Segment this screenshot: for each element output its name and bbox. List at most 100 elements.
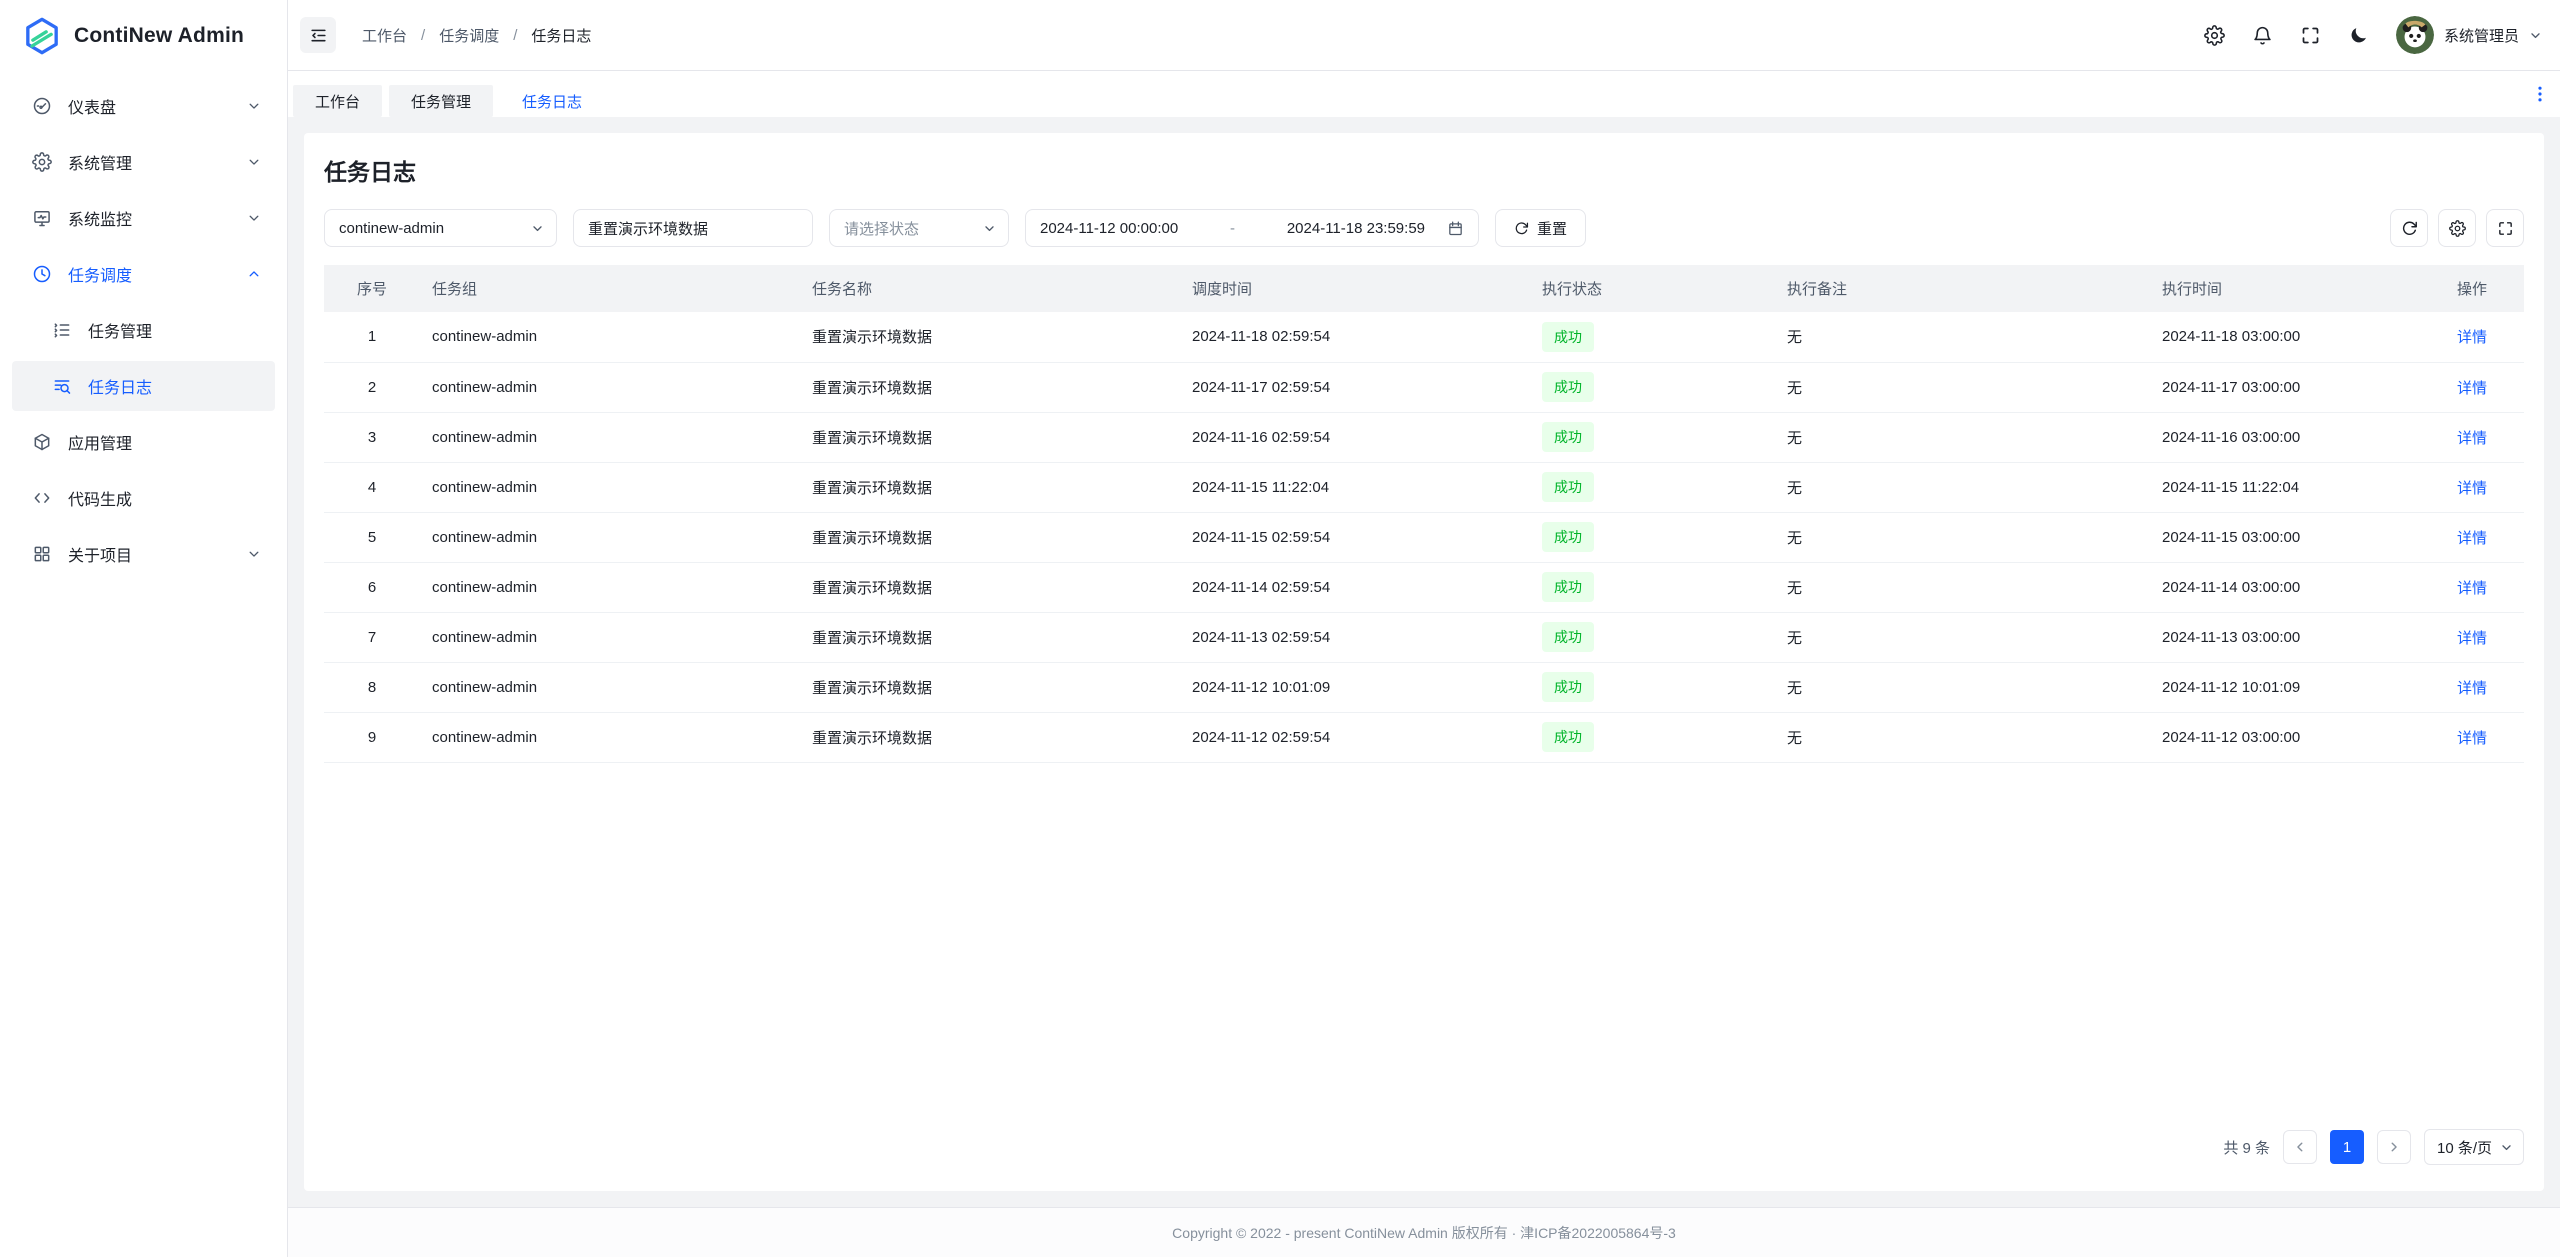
cell-group: continew-admin (420, 612, 800, 662)
fullscreen-icon[interactable] (2300, 25, 2321, 46)
tab-workbench[interactable]: 工作台 (293, 85, 382, 117)
detail-link[interactable]: 详情 (2457, 730, 2487, 747)
cell-remark: 无 (1775, 512, 2150, 562)
cell-status: 成功 (1530, 712, 1775, 762)
page-footer: Copyright © 2022 - present ContiNew Admi… (288, 1207, 2560, 1257)
column-header-group: 任务组 (420, 265, 800, 312)
column-settings-button[interactable] (2438, 209, 2476, 247)
cell-schedule-time: 2024-11-16 02:59:54 (1180, 412, 1530, 462)
cell-name: 重置演示环境数据 (800, 412, 1180, 462)
detail-link[interactable]: 详情 (2457, 630, 2487, 647)
task-name-input[interactable] (573, 209, 813, 247)
task-group-select[interactable]: continew-admin (324, 209, 557, 247)
table-fullscreen-button[interactable] (2486, 209, 2524, 247)
cell-exec-time: 2024-11-14 03:00:00 (2150, 562, 2420, 612)
gear-icon (2449, 220, 2466, 237)
cell-remark: 无 (1775, 462, 2150, 512)
sidebar-item-label: 任务日志 (88, 374, 261, 398)
table-row: 7 continew-admin 重置演示环境数据 2024-11-13 02:… (324, 612, 2524, 662)
sidebar-item-system-management[interactable]: 系统管理 (12, 137, 275, 187)
content-area: 任务日志 continew-admin 请选择状态 20 (288, 117, 2560, 1207)
main-area: 工作台 / 任务调度 / 任务日志 系统管理员 (288, 0, 2560, 1257)
detail-link[interactable]: 详情 (2457, 530, 2487, 547)
prev-page-button[interactable] (2283, 1130, 2317, 1164)
refresh-icon (2401, 220, 2418, 237)
brand[interactable]: ContiNew Admin (0, 0, 287, 71)
sidebar-item-dashboard[interactable]: 仪表盘 (12, 81, 275, 131)
status-badge: 成功 (1542, 322, 1594, 352)
settings-icon[interactable] (2204, 25, 2225, 46)
chevron-down-icon (983, 222, 996, 235)
detail-link[interactable]: 详情 (2457, 329, 2487, 346)
cell-status: 成功 (1530, 662, 1775, 712)
cell-index: 6 (324, 562, 420, 612)
detail-link[interactable]: 详情 (2457, 380, 2487, 397)
cell-index: 2 (324, 362, 420, 412)
status-select[interactable]: 请选择状态 (829, 209, 1009, 247)
apps-icon (32, 544, 52, 564)
cell-exec-time: 2024-11-18 03:00:00 (2150, 312, 2420, 362)
sidebar-collapse-button[interactable] (300, 17, 336, 53)
table-row: 3 continew-admin 重置演示环境数据 2024-11-16 02:… (324, 412, 2524, 462)
code-icon (32, 488, 52, 508)
sidebar-item-task-management[interactable]: 任务管理 (12, 305, 275, 355)
breadcrumb-separator: / (513, 27, 517, 44)
cell-index: 3 (324, 412, 420, 462)
detail-link[interactable]: 详情 (2457, 480, 2487, 497)
sidebar-item-task-scheduling[interactable]: 任务调度 (12, 249, 275, 299)
detail-link[interactable]: 详情 (2457, 580, 2487, 597)
cell-group: continew-admin (420, 562, 800, 612)
tab-task-management[interactable]: 任务管理 (389, 85, 493, 117)
tab-task-log[interactable]: 任务日志 (500, 85, 604, 117)
sidebar-item-task-log[interactable]: 任务日志 (12, 361, 275, 411)
moon-icon[interactable] (2348, 25, 2369, 46)
calendar-icon (1447, 220, 1464, 237)
sidebar-item-code-generation[interactable]: 代码生成 (12, 473, 275, 523)
chevron-down-icon (2500, 1141, 2513, 1154)
date-end-value: 2024-11-18 23:59:59 (1287, 220, 1425, 237)
cell-exec-time: 2024-11-15 03:00:00 (2150, 512, 2420, 562)
cell-schedule-time: 2024-11-17 02:59:54 (1180, 362, 1530, 412)
tab-options-icon[interactable] (2530, 84, 2550, 104)
gear-icon (32, 152, 52, 172)
chevron-down-icon (247, 547, 261, 561)
bell-icon[interactable] (2252, 25, 2273, 46)
cell-group: continew-admin (420, 662, 800, 712)
cell-name: 重置演示环境数据 (800, 312, 1180, 362)
tab-label: 任务日志 (522, 91, 582, 112)
cell-exec-time: 2024-11-17 03:00:00 (2150, 362, 2420, 412)
sidebar-item-app-management[interactable]: 应用管理 (12, 417, 275, 467)
breadcrumb-separator: / (421, 27, 425, 44)
reset-button[interactable]: 重置 (1495, 209, 1586, 247)
cell-group: continew-admin (420, 362, 800, 412)
table-row: 6 continew-admin 重置演示环境数据 2024-11-14 02:… (324, 562, 2524, 612)
status-badge: 成功 (1542, 722, 1594, 752)
next-page-button[interactable] (2377, 1130, 2411, 1164)
page-number-current[interactable]: 1 (2330, 1130, 2364, 1164)
table-row: 8 continew-admin 重置演示环境数据 2024-11-12 10:… (324, 662, 2524, 712)
breadcrumb-item-current: 任务日志 (531, 25, 591, 46)
sidebar-item-system-monitor[interactable]: 系统监控 (12, 193, 275, 243)
detail-link[interactable]: 详情 (2457, 680, 2487, 697)
header-actions: 系统管理员 (2204, 16, 2542, 54)
table-row: 4 continew-admin 重置演示环境数据 2024-11-15 11:… (324, 462, 2524, 512)
sidebar-menu: 仪表盘 系统管理 系统监控 (0, 71, 287, 579)
cell-index: 5 (324, 512, 420, 562)
refresh-button[interactable] (2390, 209, 2428, 247)
date-range-picker[interactable]: 2024-11-12 00:00:00 - 2024-11-18 23:59:5… (1025, 209, 1479, 247)
copyright-text: Copyright © 2022 - present ContiNew Admi… (1172, 1223, 1676, 1243)
cell-name: 重置演示环境数据 (800, 612, 1180, 662)
dashboard-icon (32, 96, 52, 116)
breadcrumb-item[interactable]: 任务调度 (439, 25, 499, 46)
cell-group: continew-admin (420, 462, 800, 512)
refresh-icon (1514, 221, 1529, 236)
detail-link[interactable]: 详情 (2457, 430, 2487, 447)
cell-name: 重置演示环境数据 (800, 662, 1180, 712)
task-group-select-value: continew-admin (339, 220, 444, 237)
breadcrumb-item[interactable]: 工作台 (362, 25, 407, 46)
sidebar-item-about-project[interactable]: 关于项目 (12, 529, 275, 579)
user-menu[interactable]: 系统管理员 (2396, 16, 2542, 54)
cell-remark: 无 (1775, 712, 2150, 762)
page-size-select[interactable]: 10 条/页 (2424, 1129, 2524, 1165)
sidebar-item-label: 系统监控 (68, 206, 247, 230)
